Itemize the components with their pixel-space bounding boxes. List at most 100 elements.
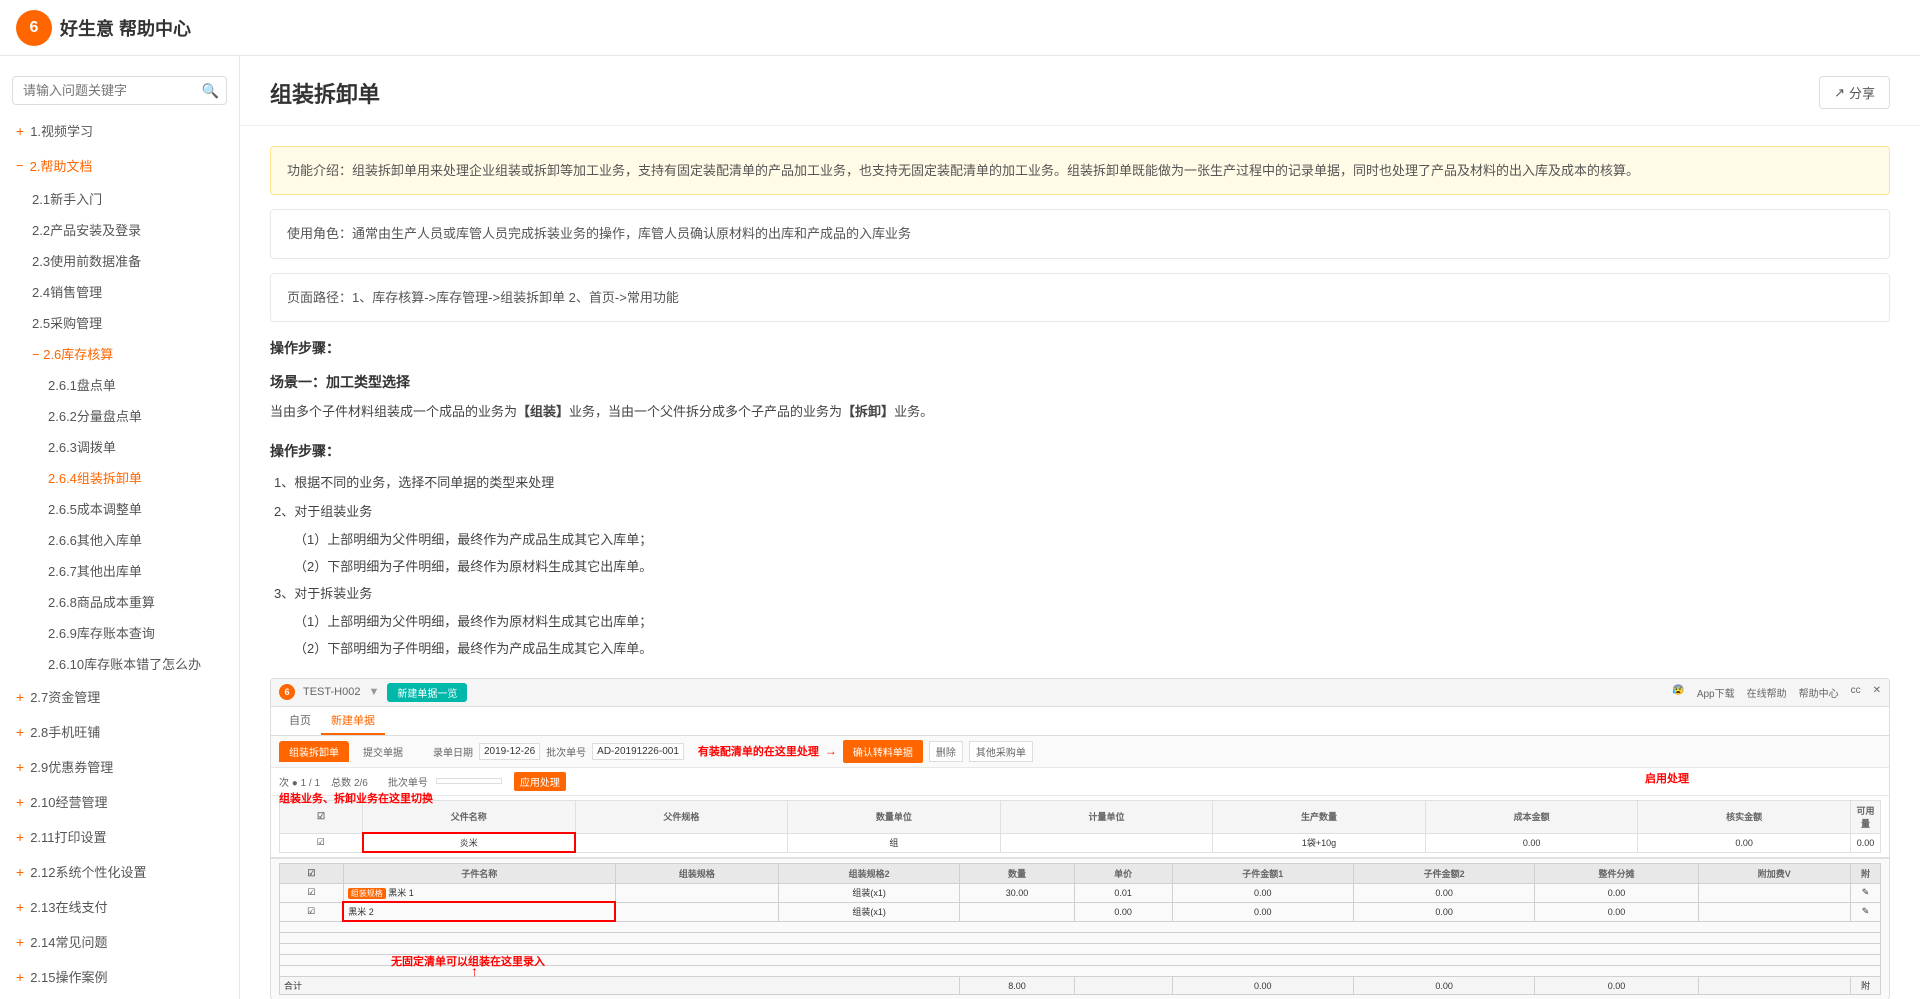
app-new-btn[interactable]: 新建单据一览 (387, 683, 467, 702)
btd-extra-2 (1698, 902, 1850, 921)
sidebar-item-faq[interactable]: + 2.14常见问题 (0, 924, 239, 959)
bth-amount2: 子件金额2 (1353, 864, 1534, 884)
sidebar-label: 2.10经营管理 (30, 792, 107, 811)
btd-cb-2[interactable]: ☑ (280, 902, 344, 921)
sidebar-label: 2.9优惠券管理 (30, 757, 113, 776)
btd-name-1: 组装规格 黑米 1 (343, 884, 615, 903)
page-title: 组装拆卸单 (270, 77, 380, 109)
sidebar-item-system[interactable]: + 2.12系统个性化设置 (0, 854, 239, 889)
th-cost-amt: 成本金额 (1425, 800, 1638, 833)
logo-icon: 6 (16, 10, 52, 46)
sidebar-label: 2.12系统个性化设置 (30, 862, 146, 881)
role-text: 使用角色：通常由生产人员或库管人员完成拆装业务的操作，库管人员确认原材料的出库和… (287, 226, 911, 241)
sidebar-item-print[interactable]: + 2.11打印设置 (0, 819, 239, 854)
batch-value[interactable]: AD-20191226-001 (592, 743, 684, 760)
btd-spec1-2 (615, 902, 778, 921)
btd-price-1: 0.01 (1074, 884, 1172, 903)
search-input[interactable] (12, 76, 227, 105)
layout: 🔍 + 1.视频学习 − 2.帮助文档 2.1新手入门 2.2产品安装及登录 2… (0, 56, 1920, 999)
sidebar-label: 2.13在线支付 (30, 897, 107, 916)
sidebar-label: 2.11打印设置 (30, 827, 106, 846)
path-block: 页面路径：1、库存核算->库存管理->组装拆卸单 2、首页->常用功能 (270, 273, 1890, 322)
th-verify-amt: 核实金额 (1638, 800, 1851, 833)
date-label: 录单日期 (433, 744, 473, 759)
assembly-keyword: 【组装】 (517, 404, 569, 419)
app-top-table: ☑ 父件名称 父件规格 数量单位 计量单位 生产数量 成本金额 核实金额 可用量 (279, 800, 1881, 854)
btable-row-1: ☑ 组装规格 黑米 1 组装(x1) 30.00 0.01 0.00 0.00 … (280, 884, 1881, 903)
btd-footer-alloc: 0.00 (1535, 977, 1698, 995)
sidebar-label: 2.8手机旺铺 (30, 722, 100, 741)
btable-row-3 (280, 921, 1881, 933)
sidebar-item-mobile[interactable]: + 2.8手机旺铺 (0, 714, 239, 749)
app-confirm-btn[interactable]: 确认转料单据 (843, 740, 923, 763)
btd-act-1[interactable]: ✎ (1851, 884, 1881, 903)
th-measure-unit: 计量单位 (1000, 800, 1213, 833)
sub-apply-btn[interactable]: 应用处理 (514, 772, 566, 791)
th-prod-qty: 生产数量 (1213, 800, 1426, 833)
td-checkbox[interactable]: ☑ (280, 833, 363, 852)
share-button[interactable]: ↗ 分享 (1819, 76, 1890, 109)
btd-amt1-2: 0.00 (1172, 902, 1353, 921)
bth-qty: 数量 (960, 864, 1074, 884)
sidebar-item-partial-stocktake[interactable]: 2.6.2分量盘点单 (0, 400, 239, 431)
logo-title: 好生意 帮助中心 (60, 15, 191, 41)
sidebar-item-purchase[interactable]: 2.5采购管理 (0, 307, 239, 338)
annotation4-text: 无固定清单可以组装在这里录入 (391, 953, 545, 969)
search-box[interactable]: 🔍 (0, 68, 239, 113)
sub-label2: 批次单号 (388, 774, 428, 789)
plus-icon-3: + (16, 724, 24, 740)
sub-batch[interactable] (436, 778, 502, 784)
app-edit-btn[interactable]: 其他采购单 (969, 741, 1033, 762)
sidebar-item-assembly[interactable]: 2.6.4组装拆卸单 (0, 462, 239, 493)
sidebar-item-install[interactable]: 2.2产品安装及登录 (0, 214, 239, 245)
sidebar-item-inventory[interactable]: − 2.6库存核算 (0, 338, 239, 369)
batch-label: 批次单号 (546, 744, 586, 759)
sidebar-item-cases[interactable]: + 2.15操作案例 (0, 959, 239, 994)
sidebar-item-data-prep[interactable]: 2.3使用前数据准备 (0, 245, 239, 276)
sidebar-item-coupon[interactable]: + 2.9优惠券管理 (0, 749, 239, 784)
btd-qty-2 (960, 902, 1074, 921)
screenshot-container: 6 TEST-H002 ▼ 新建单据一览 😰 App下载 在线帮助 帮助中心 c… (270, 678, 1890, 999)
sidebar-item-other-in[interactable]: 2.6.6其他入库单 (0, 524, 239, 555)
btd-amt2-1: 0.00 (1353, 884, 1534, 903)
sidebar-item-stock-ledger[interactable]: 2.6.9库存账本查询 (0, 617, 239, 648)
app-nav-home[interactable]: 自页 (279, 707, 321, 735)
sidebar-item-payment[interactable]: + 2.13在线支付 (0, 889, 239, 924)
sidebar-item-other-out[interactable]: 2.6.7其他出库单 (0, 555, 239, 586)
app-tab-assembly[interactable]: 组装拆卸单 (279, 741, 349, 762)
btd-spec2-1: 组装(x1) (778, 884, 959, 903)
arrow-icon: → (825, 744, 837, 758)
date-value[interactable]: 2019-12-26 (479, 743, 540, 760)
app-top-table-container: ☑ 父件名称 父件规格 数量单位 计量单位 生产数量 成本金额 核实金额 可用量 (271, 796, 1889, 858)
app-nav-new[interactable]: 新建单据 (321, 707, 385, 735)
sidebar-item-finance[interactable]: + 2.7资金管理 (0, 679, 239, 714)
sidebar-item-video[interactable]: + 1.视频学习 (0, 113, 239, 148)
table-row-parent: ☑ 炎米 组 1袋+10g 0.00 0.00 0.00 (280, 833, 1881, 852)
app-tab-submit[interactable]: 提交单据 (353, 741, 413, 762)
btd-cb-1[interactable]: ☑ (280, 884, 344, 903)
bth-amount1: 子件金额1 (1172, 864, 1353, 884)
sidebar-item-cost-adjust[interactable]: 2.6.5成本调整单 (0, 493, 239, 524)
annotation1-text: 有装配清单的在这里处理 (698, 743, 819, 759)
path-text: 页面路径：1、库存核算->库存管理->组装拆卸单 2、首页->常用功能 (287, 290, 679, 305)
sidebar-item-beginner[interactable]: 2.1新手入门 (0, 183, 239, 214)
app-test-id: TEST-H002 (303, 686, 360, 698)
app-delete-btn[interactable]: 删除 (929, 741, 963, 762)
sidebar-item-management[interactable]: + 2.10经营管理 (0, 784, 239, 819)
sidebar-label: 2.14常见问题 (30, 932, 107, 951)
sub-label1: 次 ● 1 / 1 总数 2/6 (279, 774, 368, 789)
btd-footer-amt2: 0.00 (1353, 977, 1534, 995)
sidebar-item-sales[interactable]: 2.4销售管理 (0, 276, 239, 307)
sidebar-item-stocktake[interactable]: 2.6.1盘点单 (0, 369, 239, 400)
btd-spec2-2: 组装(x1) (778, 902, 959, 921)
btd-act-2[interactable]: ✎ (1851, 902, 1881, 921)
sidebar-item-transfer[interactable]: 2.6.3调拨单 (0, 431, 239, 462)
intro-text: 功能介绍：组装拆卸单用来处理企业组装或拆卸等加工业务，支持有固定装配清单的产品加… (287, 163, 1639, 178)
btable-row-2: ☑ 黑米 2 组装(x1) 0.00 0.00 0.00 0.00 (280, 902, 1881, 921)
sidebar-item-stock-error[interactable]: 2.6.10库存账本错了怎么办 (0, 648, 239, 679)
bth-extra: 附加费V (1698, 864, 1850, 884)
app-bottom-table: ☑ 子件名称 组装规格 组装规格2 数量 单价 子件金额1 子件金额2 整件分摊 (279, 863, 1881, 995)
sidebar-item-docs[interactable]: − 2.帮助文档 (0, 148, 239, 183)
bth-checkbox: ☑ (280, 864, 344, 884)
sidebar-item-cost-recalc[interactable]: 2.6.8商品成本重算 (0, 586, 239, 617)
